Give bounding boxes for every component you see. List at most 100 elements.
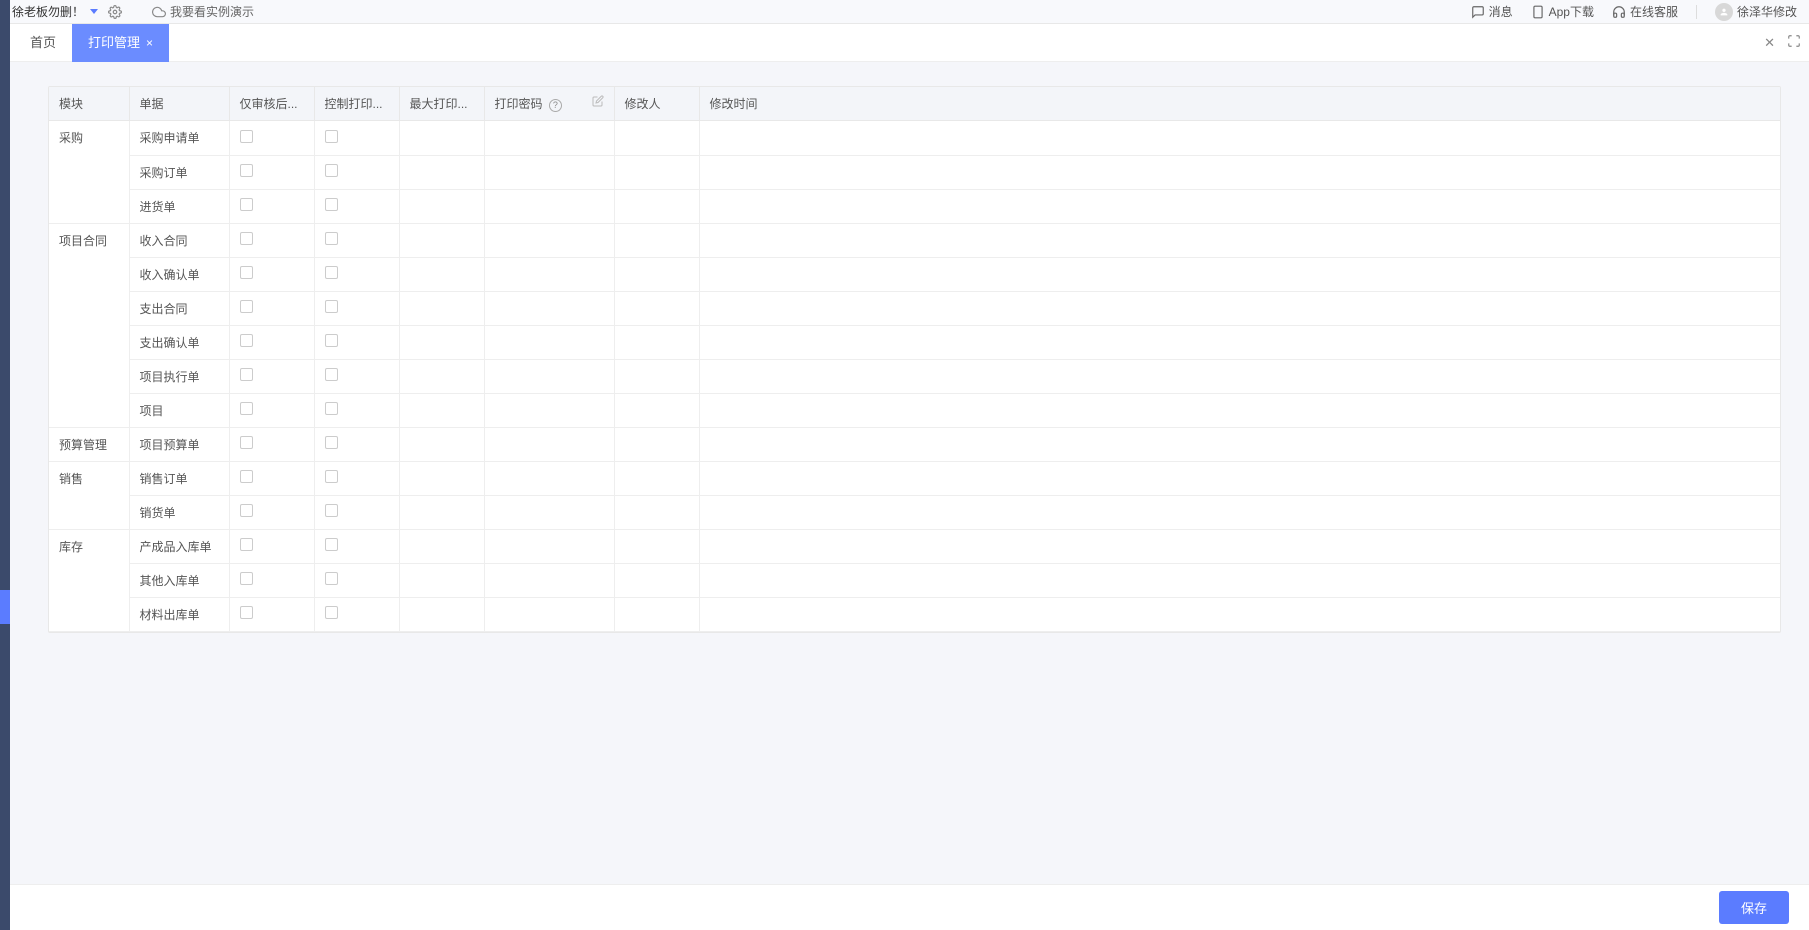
tab-label: 打印管理 [88, 24, 140, 62]
support-label: 在线客服 [1630, 3, 1678, 20]
org-selector[interactable]: 徐老板勿删！ [12, 3, 98, 20]
gear-icon[interactable] [108, 5, 122, 19]
control-print-checkbox[interactable] [325, 402, 338, 415]
control-print-checkbox[interactable] [325, 504, 338, 517]
empty-cell [614, 155, 699, 189]
topbar: 徐老板勿删！ 我要看实例演示 消息 App下载 在线客服 徐泽华修改 [0, 0, 1809, 24]
table-row: 项目 [49, 393, 1780, 427]
approve-only-checkbox[interactable] [240, 300, 253, 313]
control-print-checkbox[interactable] [325, 470, 338, 483]
empty-cell [484, 223, 614, 257]
header-document: 单据 [129, 87, 229, 121]
approve-only-checkbox[interactable] [240, 402, 253, 415]
control-print-checkbox[interactable] [325, 368, 338, 381]
close-all-icon[interactable]: ✕ [1764, 35, 1775, 51]
approve-only-checkbox[interactable] [240, 130, 253, 143]
empty-cell [614, 257, 699, 291]
control-print-checkbox[interactable] [325, 300, 338, 313]
empty-cell [614, 393, 699, 427]
footer-bar: 保存 [10, 884, 1809, 930]
control-print-checkbox[interactable] [325, 334, 338, 347]
approve-only-checkbox[interactable] [240, 198, 253, 211]
table-row: 材料出库单 [49, 597, 1780, 631]
edit-icon[interactable] [592, 95, 604, 110]
document-cell: 支出合同 [129, 291, 229, 325]
tab-print-manage[interactable]: 打印管理 × [72, 24, 169, 62]
empty-cell [614, 495, 699, 529]
user-menu[interactable]: 徐泽华修改 [1715, 3, 1797, 21]
module-cell: 库存 [49, 529, 129, 631]
close-icon[interactable]: × [146, 24, 153, 62]
main-content: 模块 单据 仅审核后... 控制打印... 最大打印... 打印密码 ? 修改人… [10, 62, 1809, 633]
support-link[interactable]: 在线客服 [1612, 3, 1678, 20]
table-row: 采购订单 [49, 155, 1780, 189]
control-print-checkbox[interactable] [325, 232, 338, 245]
empty-cell [484, 529, 614, 563]
table-row: 项目执行单 [49, 359, 1780, 393]
approve-only-checkbox[interactable] [240, 538, 253, 551]
help-icon[interactable]: ? [549, 99, 562, 112]
approve-only-checkbox[interactable] [240, 334, 253, 347]
empty-cell [614, 461, 699, 495]
control-print-checkbox[interactable] [325, 266, 338, 279]
document-cell: 项目 [129, 393, 229, 427]
control-print-checkbox[interactable] [325, 130, 338, 143]
empty-cell [699, 461, 1780, 495]
empty-cell [699, 529, 1780, 563]
empty-cell [399, 597, 484, 631]
empty-cell [484, 121, 614, 155]
document-cell: 收入合同 [129, 223, 229, 257]
empty-cell [484, 563, 614, 597]
header-modify-time: 修改时间 [699, 87, 1780, 121]
empty-cell [484, 325, 614, 359]
save-button[interactable]: 保存 [1719, 891, 1789, 924]
document-cell: 支出确认单 [129, 325, 229, 359]
control-print-checkbox[interactable] [325, 606, 338, 619]
table-row: 支出确认单 [49, 325, 1780, 359]
messages-link[interactable]: 消息 [1471, 3, 1513, 20]
control-print-checkbox[interactable] [325, 538, 338, 551]
empty-cell [484, 155, 614, 189]
fullscreen-icon[interactable] [1787, 34, 1801, 51]
control-print-checkbox[interactable] [325, 164, 338, 177]
empty-cell [399, 291, 484, 325]
document-cell: 进货单 [129, 189, 229, 223]
control-print-checkbox[interactable] [325, 436, 338, 449]
approve-only-checkbox[interactable] [240, 572, 253, 585]
table-row: 销售销售订单 [49, 461, 1780, 495]
module-cell: 销售 [49, 461, 129, 529]
approve-only-checkbox[interactable] [240, 436, 253, 449]
approve-only-checkbox[interactable] [240, 606, 253, 619]
user-name: 徐泽华修改 [1737, 3, 1797, 20]
empty-cell [399, 461, 484, 495]
control-print-checkbox[interactable] [325, 572, 338, 585]
approve-only-checkbox[interactable] [240, 504, 253, 517]
document-cell: 销售订单 [129, 461, 229, 495]
approve-only-checkbox[interactable] [240, 232, 253, 245]
table-row: 支出合同 [49, 291, 1780, 325]
header-module: 模块 [49, 87, 129, 121]
app-download-link[interactable]: App下载 [1531, 3, 1594, 20]
sidebar-sliver [0, 0, 10, 930]
approve-only-checkbox[interactable] [240, 266, 253, 279]
empty-cell [399, 359, 484, 393]
empty-cell [484, 257, 614, 291]
empty-cell [614, 597, 699, 631]
print-settings-table: 模块 单据 仅审核后... 控制打印... 最大打印... 打印密码 ? 修改人… [48, 86, 1781, 633]
approve-only-checkbox[interactable] [240, 164, 253, 177]
document-cell: 项目执行单 [129, 359, 229, 393]
header-max-print: 最大打印... [399, 87, 484, 121]
empty-cell [614, 359, 699, 393]
tab-home[interactable]: 首页 [14, 24, 72, 62]
approve-only-checkbox[interactable] [240, 470, 253, 483]
header-modifier: 修改人 [614, 87, 699, 121]
demo-link[interactable]: 我要看实例演示 [152, 3, 254, 20]
control-print-checkbox[interactable] [325, 198, 338, 211]
module-cell: 项目合同 [49, 223, 129, 427]
empty-cell [399, 257, 484, 291]
approve-only-checkbox[interactable] [240, 368, 253, 381]
empty-cell [699, 563, 1780, 597]
empty-cell [614, 291, 699, 325]
avatar-icon [1715, 3, 1733, 21]
header-print-password: 打印密码 ? [484, 87, 614, 121]
